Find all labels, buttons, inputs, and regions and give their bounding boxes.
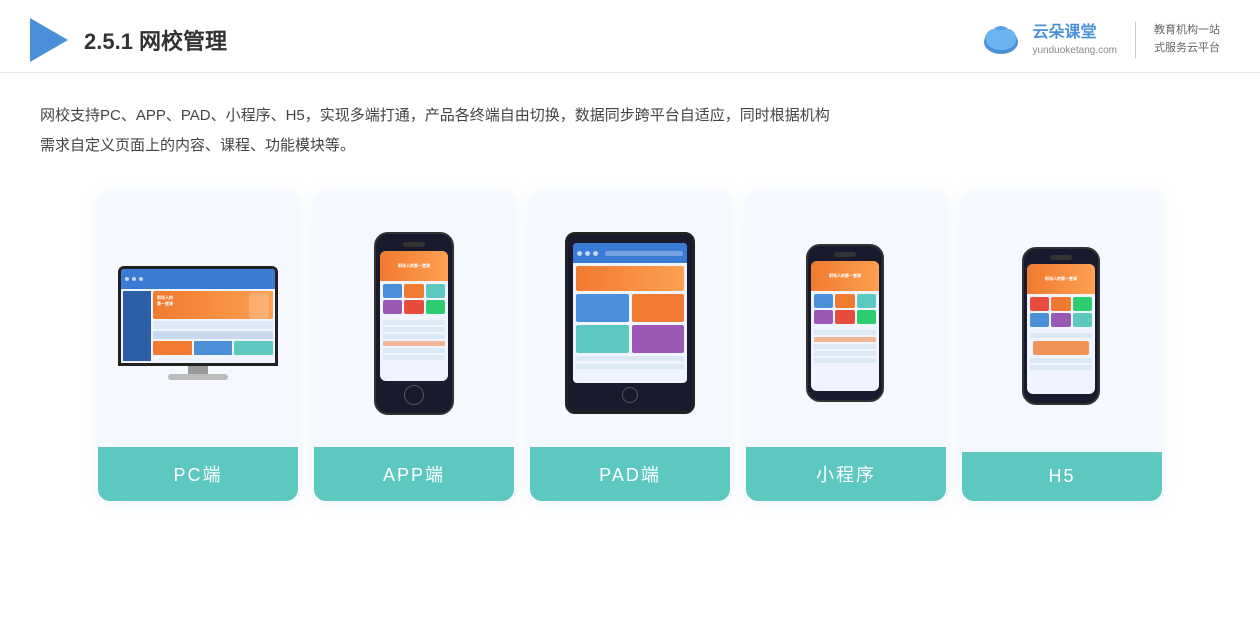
pc-screen: 职场人的第一堂课: [118, 266, 278, 366]
card-miniapp-image: 职场人的第一堂课: [746, 191, 946, 447]
header-divider: [1135, 22, 1136, 58]
description-line1: 网校支持PC、APP、PAD、小程序、H5，实现多端打通，产品各终端自由切换，数…: [40, 101, 1220, 131]
logo-triangle-icon: [30, 18, 68, 62]
tagline-line2: 式服务云平台: [1154, 40, 1220, 58]
card-h5-image: 职场人的第一堂课: [962, 191, 1162, 452]
description-area: 网校支持PC、APP、PAD、小程序、H5，实现多端打通，产品各终端自由切换，数…: [0, 73, 1260, 171]
card-app-label: APP端: [314, 447, 514, 501]
header-right: 云朵课堂 yunduoketang.com 教育机构一站 式服务云平台: [980, 22, 1220, 58]
title-bold: 网校管理: [139, 29, 227, 54]
app-phone-mockup: 职场人的第一堂课: [374, 232, 454, 415]
title-prefix: 2.5.1: [84, 29, 139, 54]
card-pc: 职场人的第一堂课: [98, 191, 298, 501]
card-h5-label: H5: [962, 452, 1162, 501]
miniapp-phone-mockup: 职场人的第一堂课: [806, 244, 886, 402]
brand-text: 云朵课堂 yunduoketang.com: [1032, 22, 1117, 58]
page-title: 2.5.1 网校管理: [84, 24, 227, 56]
card-miniapp: 职场人的第一堂课: [746, 191, 946, 501]
tagline-line1: 教育机构一站: [1154, 22, 1220, 40]
brand-tagline: 教育机构一站 式服务云平台: [1154, 22, 1220, 57]
brand-name: 云朵课堂: [1032, 22, 1117, 44]
card-app-image: 职场人的第一堂课: [314, 191, 514, 447]
header-left: 2.5.1 网校管理: [30, 18, 227, 62]
card-pc-label: PC端: [98, 447, 298, 501]
card-pc-image: 职场人的第一堂课: [98, 191, 298, 447]
card-miniapp-label: 小程序: [746, 447, 946, 501]
cards-area: 职场人的第一堂课: [0, 171, 1260, 521]
brand-url: yunduoketang.com: [1032, 44, 1117, 58]
description-line2: 需求自定义页面上的内容、课程、功能模块等。: [40, 131, 1220, 161]
cloud-logo-icon: [980, 22, 1022, 58]
card-pad-image: [530, 191, 730, 447]
card-pad-label: PAD端: [530, 447, 730, 501]
pc-mockup: 职场人的第一堂课: [118, 266, 278, 380]
page-header: 2.5.1 网校管理 云朵课堂 yunduoketang.com 教育机构一站 …: [0, 0, 1260, 73]
card-h5: 职场人的第一堂课: [962, 191, 1162, 501]
pad-tablet-mockup: [565, 232, 695, 414]
h5-phone-mockup: 职场人的第一堂课: [1022, 247, 1102, 405]
card-pad: PAD端: [530, 191, 730, 501]
card-app: 职场人的第一堂课: [314, 191, 514, 501]
